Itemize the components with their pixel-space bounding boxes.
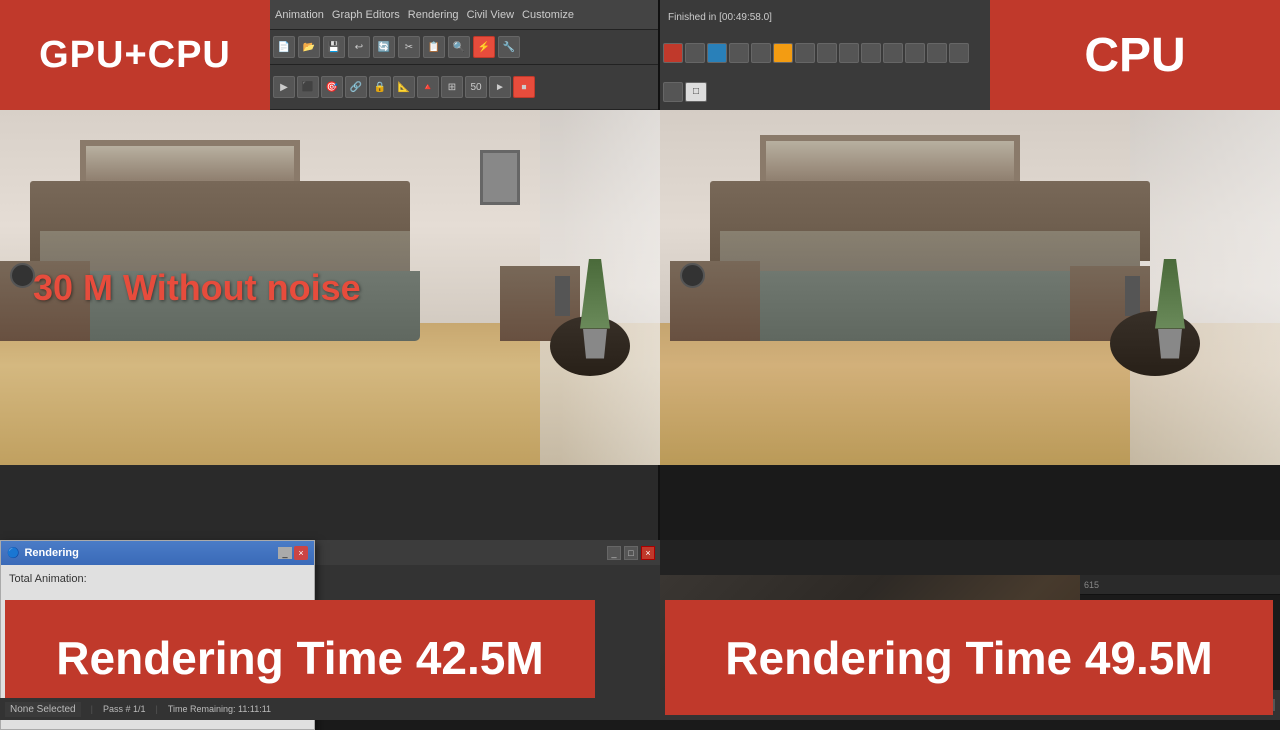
bed	[30, 181, 430, 341]
toolbar-icon-active[interactable]: ⚡	[473, 36, 495, 58]
rendering-time-text-right: Rendering Time 49.5M	[725, 631, 1212, 685]
right-tb-icon-4[interactable]	[729, 43, 749, 63]
left-toolbar-top: Animation Graph Editors Rendering Civil …	[270, 0, 658, 30]
right-panel: CPU Finished in [00:49:58.0]	[660, 0, 1280, 720]
left-status-divider: |	[91, 704, 93, 714]
toolbar-icon-6[interactable]: ✂	[398, 36, 420, 58]
finished-text: Finished in [00:49:58.0]	[660, 0, 990, 35]
menu-civil[interactable]: Civil View	[467, 9, 514, 21]
right-tb-icon-15[interactable]	[663, 82, 683, 102]
gpu-cpu-label: GPU+CPU	[0, 0, 270, 110]
toolbar-btn-7[interactable]: 🔺	[417, 76, 439, 98]
toolbar-btn-2[interactable]: ⬛	[297, 76, 319, 98]
right-tb-icon-13[interactable]	[927, 43, 947, 63]
total-animation-text: Total Animation:	[9, 573, 87, 585]
dialog-close-btn[interactable]: ×	[294, 546, 308, 560]
toolbar-btn-3[interactable]: 🎯	[321, 76, 343, 98]
alarm-clock	[10, 263, 35, 288]
toolbar-icon-9[interactable]: 🔧	[498, 36, 520, 58]
right-lamp	[1125, 276, 1140, 316]
left-status-bar: None Selected | Pass # 1/1 | Time Remain…	[0, 698, 660, 720]
right-tb-icon-8[interactable]	[817, 43, 837, 63]
plant-pot	[580, 329, 610, 359]
right-alarm-clock	[680, 263, 705, 288]
small-frame	[480, 150, 520, 205]
cpu-text: CPU	[1084, 28, 1185, 83]
left-render-image: 30 M Without noise	[0, 110, 660, 465]
toolbar-btn-1[interactable]: ▶	[273, 76, 295, 98]
toolbar-icon-1[interactable]: 📄	[273, 36, 295, 58]
dialog-close-icon: ×	[298, 548, 303, 558]
dialog-title-text: Rendering	[24, 547, 78, 559]
total-animation-label: Total Animation:	[9, 573, 306, 585]
right-tb-icon-11[interactable]	[883, 43, 903, 63]
right-render-image	[660, 110, 1280, 465]
menu-animation[interactable]: Animation	[275, 9, 324, 21]
right-tb-icon-6[interactable]	[773, 43, 793, 63]
left-bottom-controls: Rendering image (pass 25732) [00:41:58.4…	[0, 540, 660, 720]
cpu-label: CPU	[990, 0, 1280, 110]
none-selected: None Selected	[5, 702, 81, 717]
left-toolbar: Animation Graph Editors Rendering Civil …	[270, 0, 658, 110]
plant	[575, 259, 615, 359]
menu-rendering[interactable]: Rendering	[408, 9, 459, 21]
right-tb-icon-3[interactable]	[707, 43, 727, 63]
dialog-icon: 🔵	[7, 548, 19, 559]
toolbar-icon-7[interactable]: 📋	[423, 36, 445, 58]
timeline-header: 615	[1080, 575, 1280, 595]
right-tb-icon-14[interactable]	[949, 43, 969, 63]
right-toolbar: Finished in [00:49:58.0] □	[660, 0, 990, 110]
noise-text: 30 M Without noise	[33, 267, 361, 309]
main-container: GPU+CPU Animation Graph Editors Renderin…	[0, 0, 1280, 720]
right-bottom-controls: 615 Rendering Time 49.5M ⏮ ◀ ▶ ▶| ⏭ X: 1…	[660, 540, 1280, 720]
toolbar-icon-2[interactable]: 📂	[298, 36, 320, 58]
toolbar-icon-5[interactable]: 🔄	[373, 36, 395, 58]
menu-customize[interactable]: Customize	[522, 9, 574, 21]
left-panel: GPU+CPU Animation Graph Editors Renderin…	[0, 0, 660, 720]
dialog-minimize[interactable]: _	[278, 547, 292, 559]
toolbar-btn-8[interactable]: ⊞	[441, 76, 463, 98]
toolbar-icon-4[interactable]: ↩	[348, 36, 370, 58]
toolbar-btn-10[interactable]: ►	[489, 76, 511, 98]
status-divider-2: |	[155, 704, 157, 714]
toolbar-btn-9[interactable]: 50	[465, 76, 487, 98]
timeline-label: 615	[1084, 580, 1099, 590]
pass-info: Pass # 1/1	[103, 704, 146, 714]
rendering-time-text-left: Rendering Time 42.5M	[56, 631, 543, 685]
rendering-time-right: Rendering Time 49.5M	[665, 600, 1273, 715]
right-tb-icon-12[interactable]	[905, 43, 925, 63]
toolbar-btn-6[interactable]: 📐	[393, 76, 415, 98]
toolbar-icon-8[interactable]: 🔍	[448, 36, 470, 58]
gpu-cpu-text: GPU+CPU	[39, 34, 231, 77]
maximize-view-btn[interactable]: □	[685, 82, 707, 102]
lamp	[555, 276, 570, 316]
toolbar-btn-stop[interactable]: ⏹	[513, 76, 535, 98]
maximize-btn[interactable]: □	[624, 546, 638, 560]
finished-label: Finished in [00:49:58.0]	[668, 12, 772, 23]
toolbar-btn-5[interactable]: 🔒	[369, 76, 391, 98]
dialog-title: 🔵 Rendering	[7, 547, 79, 559]
plant-stems	[580, 259, 610, 329]
right-tb-icon-2[interactable]	[685, 43, 705, 63]
dialog-titlebar: 🔵 Rendering _ ×	[1, 541, 314, 565]
right-tb-icon-1[interactable]	[663, 43, 683, 63]
right-bedroom-scene	[660, 110, 1280, 465]
toolbar-btn-4[interactable]: 🔗	[345, 76, 367, 98]
close-btn[interactable]: ×	[641, 546, 655, 560]
left-toolbar-icons-row: 📄 📂 💾 ↩ 🔄 ✂ 📋 🔍 ⚡ 🔧	[270, 30, 658, 65]
right-tb-icon-10[interactable]	[861, 43, 881, 63]
right-tb-icon-5[interactable]	[751, 43, 771, 63]
left-bedroom-scene: 30 M Without noise	[0, 110, 660, 465]
right-toolbar-icons: □	[660, 35, 990, 110]
menu-graph[interactable]: Graph Editors	[332, 9, 400, 21]
toolbar-icon-3[interactable]: 💾	[323, 36, 345, 58]
right-tb-icon-9[interactable]	[839, 43, 859, 63]
right-tb-icon-7[interactable]	[795, 43, 815, 63]
right-plant-stems	[1155, 259, 1185, 329]
right-plant	[1150, 259, 1190, 359]
minimize-btn[interactable]: _	[607, 546, 621, 560]
left-toolbar-icons2: ▶ ⬛ 🎯 🔗 🔒 📐 🔺 ⊞ 50 ► ⏹	[270, 65, 658, 109]
right-plant-pot	[1155, 329, 1185, 359]
time-remaining: Time Remaining: 11:11:11	[168, 704, 271, 714]
